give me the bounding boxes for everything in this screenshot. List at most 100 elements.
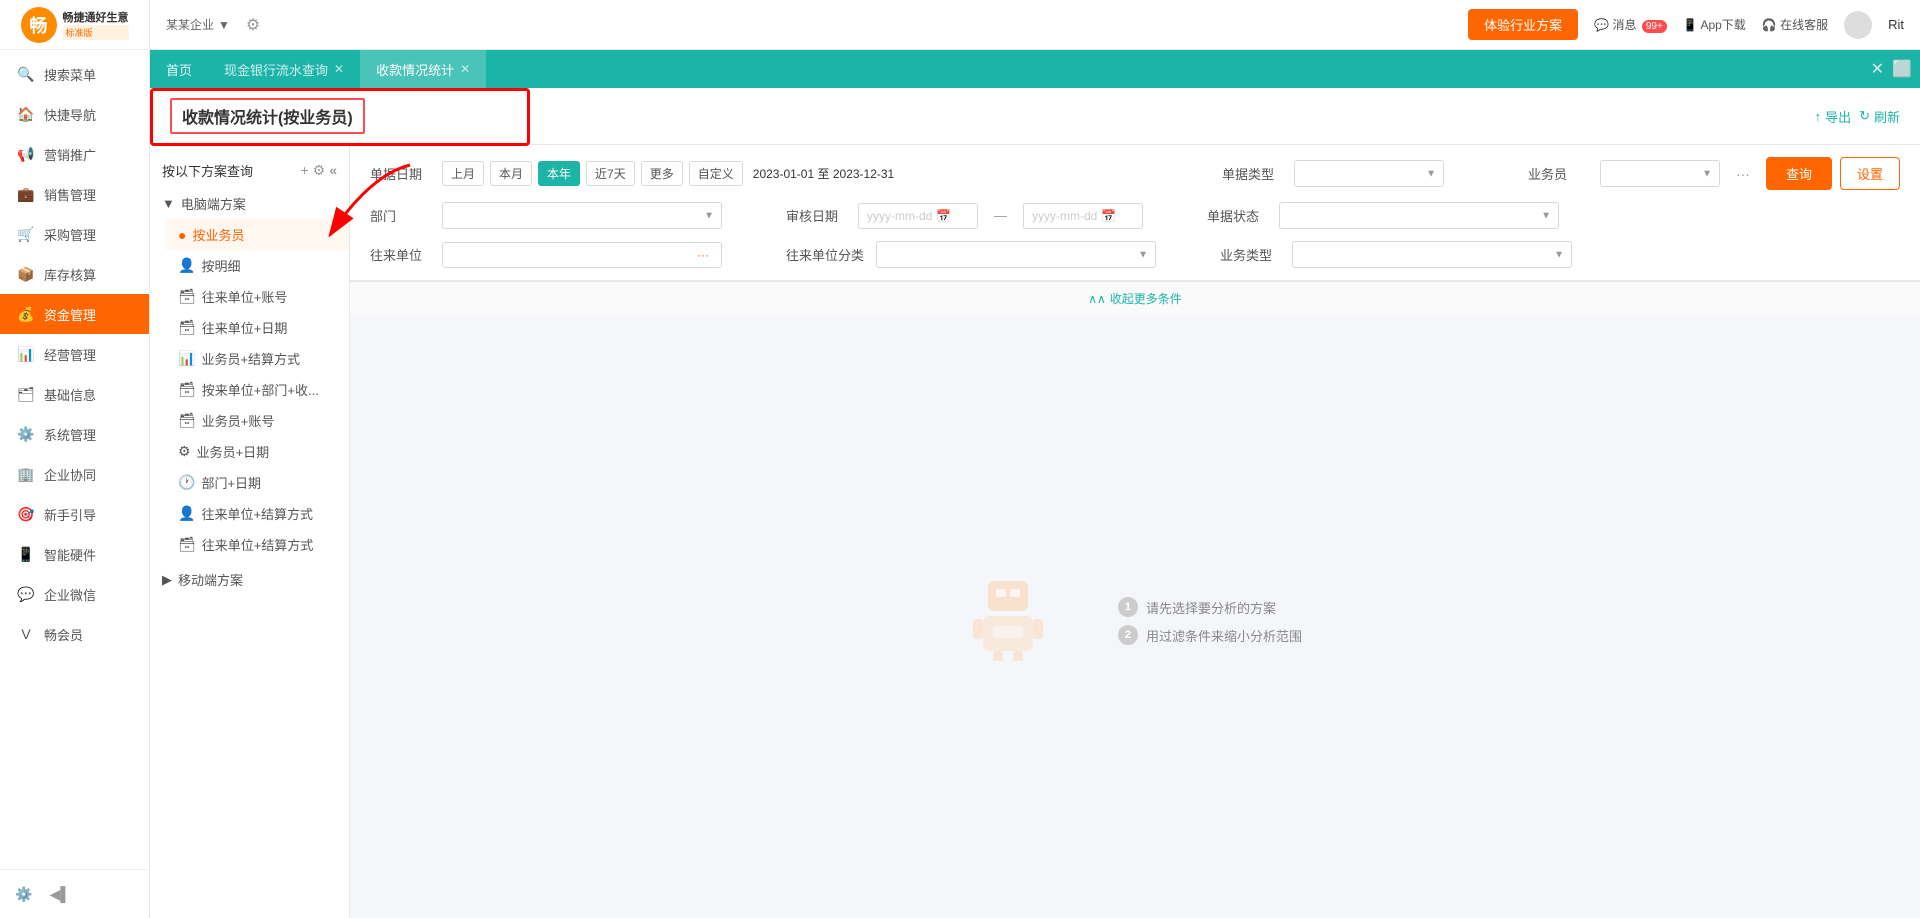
sidebar-item-guide[interactable]: 🎯 新手引导 (0, 494, 149, 534)
query-button[interactable]: 查询 (1766, 157, 1832, 190)
content-layout: 按以下方案查询 + ⚙ « ▼ 电脑端方案 ● 按业务员 (150, 145, 1920, 918)
sidebar-item-hardware[interactable]: 📱 智能硬件 (0, 534, 149, 574)
collapse-panel-icon[interactable]: « (329, 162, 337, 179)
business-type-label: 业务类型 (1220, 245, 1280, 264)
header-gear-icon[interactable]: ⚙ (246, 15, 260, 35)
tree-item-dept-date[interactable]: 🕐 部门+日期 (166, 467, 349, 498)
guide-icon: 🎯 (16, 504, 36, 524)
user-name: Rit (1888, 17, 1904, 32)
empty-state-content: 1 请先选择要分析的方案 2 用过滤条件来缩小分析范围 (968, 571, 1302, 671)
salesperson-label: 业务员 (1528, 164, 1588, 183)
left-panel: 按以下方案查询 + ⚙ « ▼ 电脑端方案 ● 按业务员 (150, 145, 350, 918)
refresh-button[interactable]: ↻ 刷新 (1859, 107, 1900, 126)
tree-item-partner-date[interactable]: 🗃 往来单位+日期 (166, 312, 349, 343)
sidebar-item-operations[interactable]: 📊 经营管理 (0, 334, 149, 374)
trial-btn[interactable]: 体验行业方案 (1468, 9, 1578, 40)
date-btn-this-month[interactable]: 本月 (490, 161, 532, 186)
salesperson-select-wrap (1600, 160, 1720, 187)
date-btn-this-year[interactable]: 本年 (538, 161, 580, 186)
table3-icon: 🗃 (178, 536, 196, 553)
right-panel: 单据日期 上月 本月 本年 近7天 更多 自定义 2023-01-01 至 20… (350, 145, 1920, 918)
close-bank-flow-icon[interactable]: ✕ (334, 62, 344, 76)
wechat-icon: 💬 (16, 584, 36, 604)
empty-state: 1 请先选择要分析的方案 2 用过滤条件来缩小分析范围 (350, 315, 1920, 918)
salesperson-select[interactable] (1600, 160, 1720, 187)
desktop-section: ▼ 电脑端方案 ● 按业务员 👤 按明细 🗃 往来单位+账号 (150, 188, 349, 560)
date-range-separator: — (994, 208, 1007, 223)
sidebar-item-search[interactable]: 🔍 搜索菜单 (0, 54, 149, 94)
settings-bottom-icon[interactable]: ⚙️ (10, 880, 38, 908)
doc-status-label: 单据状态 (1207, 206, 1267, 225)
maximize-window-icon[interactable]: ⬜ (1892, 59, 1912, 79)
breadcrumb-chevron-icon: ▼ (218, 18, 230, 32)
sidebar-item-marketing[interactable]: 📢 营销推广 (0, 134, 149, 174)
tree-item-partner-dept[interactable]: 🗃 按来单位+部门+收... (166, 374, 349, 405)
mobile-section-header[interactable]: ▶ 移动端方案 (150, 564, 349, 595)
settings-button[interactable]: 设置 (1840, 157, 1900, 190)
sidebar-item-sales[interactable]: 💼 销售管理 (0, 174, 149, 214)
logo-badge: 标准版 (63, 25, 129, 40)
date-btn-7days[interactable]: 近7天 (586, 161, 635, 186)
close-collection-stats-icon[interactable]: ✕ (460, 62, 470, 76)
doc-status-select[interactable] (1279, 202, 1559, 229)
desktop-section-header[interactable]: ▼ 电脑端方案 (150, 188, 349, 219)
tab-home[interactable]: 首页 (150, 50, 208, 88)
partner-input[interactable]: ··· (442, 242, 722, 268)
avatar[interactable] (1844, 11, 1872, 39)
message-item[interactable]: 💬 消息 99+ (1594, 16, 1667, 33)
collapse-bar[interactable]: ∧∧ 收起更多条件 (350, 281, 1920, 315)
date-btn-custom[interactable]: 自定义 (689, 161, 743, 186)
tree-item-salesperson-account[interactable]: 🗃 业务员+账号 (166, 405, 349, 436)
salesperson-more-icon[interactable]: ··· (1732, 166, 1754, 182)
chevron-down-icon: ▼ (162, 196, 175, 211)
review-date-from[interactable]: yyyy-mm-dd 📅 (858, 203, 978, 229)
page-title: 收款情况统计(按业务员) (170, 98, 365, 134)
export-icon: ↑ (1815, 109, 1822, 124)
export-button[interactable]: ↑ 导出 (1815, 107, 1852, 126)
tree-item-salesperson-date[interactable]: ⚙ 业务员+日期 (166, 436, 349, 467)
close-window-icon[interactable]: ✕ (1871, 59, 1884, 79)
filter-row-3: 往来单位 ··· 往来单位分类 业务类型 (370, 241, 1900, 268)
tree-item-partner-settle1[interactable]: 👤 往来单位+结算方式 (166, 498, 349, 529)
logo: 畅 畅捷通好生意 标准版 (0, 0, 149, 50)
tab-collection-stats[interactable]: 收款情况统计 ✕ (360, 50, 486, 88)
sidebar-item-quick-nav[interactable]: 🏠 快捷导航 (0, 94, 149, 134)
tree-item-partner-account[interactable]: 🗃 往来单位+账号 (166, 281, 349, 312)
person2-icon: 👤 (178, 505, 195, 522)
partner-category-select[interactable] (876, 241, 1156, 268)
collapse-sidebar-icon[interactable]: ◀▌ (46, 880, 74, 908)
header: 某某企业 ▼ ⚙ 体验行业方案 💬 消息 99+ 📱 App下载 🎧 在线客服 … (150, 0, 1920, 50)
filter-row-2: 部门 审核日期 yyyy-mm-dd 📅 — yyyy-mm-dd (370, 202, 1900, 229)
sidebar-item-purchase[interactable]: 🛒 采购管理 (0, 214, 149, 254)
business-type-select[interactable] (1292, 241, 1572, 268)
tree-item-by-detail[interactable]: 👤 按明细 (166, 250, 349, 281)
clock-icon: 🕐 (178, 474, 195, 491)
review-date-to[interactable]: yyyy-mm-dd 📅 (1023, 203, 1143, 229)
tab-bank-flow[interactable]: 现金银行流水查询 ✕ (208, 50, 360, 88)
dept-select[interactable] (442, 202, 722, 229)
partner-more-icon[interactable]: ··· (693, 248, 713, 262)
sidebar-item-wechat[interactable]: 💬 企业微信 (0, 574, 149, 614)
add-scheme-icon[interactable]: + (300, 162, 308, 179)
tree-item-by-salesperson[interactable]: ● 按业务员 (166, 219, 349, 250)
sidebar-item-finance[interactable]: 💰 资金管理 (0, 294, 149, 334)
sidebar-item-enterprise[interactable]: 🏢 企业协同 (0, 454, 149, 494)
date-btn-last-month[interactable]: 上月 (442, 161, 484, 186)
tree-item-partner-settle2[interactable]: 🗃 往来单位+结算方式 (166, 529, 349, 560)
tree-item-salesperson-settle[interactable]: 📊 业务员+结算方式 (166, 343, 349, 374)
sidebar-item-member[interactable]: V 畅会员 (0, 614, 149, 654)
sidebar-item-inventory[interactable]: 📦 库存核算 (0, 254, 149, 294)
chevron-up-icon: ∧∧ (1088, 292, 1106, 306)
refresh-icon: ↻ (1859, 108, 1870, 124)
doc-type-select[interactable] (1294, 160, 1444, 187)
hint-item-2: 2 用过滤条件来缩小分析范围 (1118, 625, 1302, 645)
scheme-settings-icon[interactable]: ⚙ (313, 162, 326, 179)
online-service-item[interactable]: 🎧 在线客服 (1762, 16, 1828, 33)
sidebar-item-basic-info[interactable]: 🗂 基础信息 (0, 374, 149, 414)
app-download-item[interactable]: 📱 App下载 (1683, 16, 1746, 33)
sidebar-item-system[interactable]: ⚙️ 系统管理 (0, 414, 149, 454)
logo-text: 畅捷通好生意 标准版 (63, 9, 129, 40)
member-icon: V (16, 624, 36, 644)
message-badge: 99+ (1642, 20, 1667, 33)
date-btn-more[interactable]: 更多 (641, 161, 683, 186)
